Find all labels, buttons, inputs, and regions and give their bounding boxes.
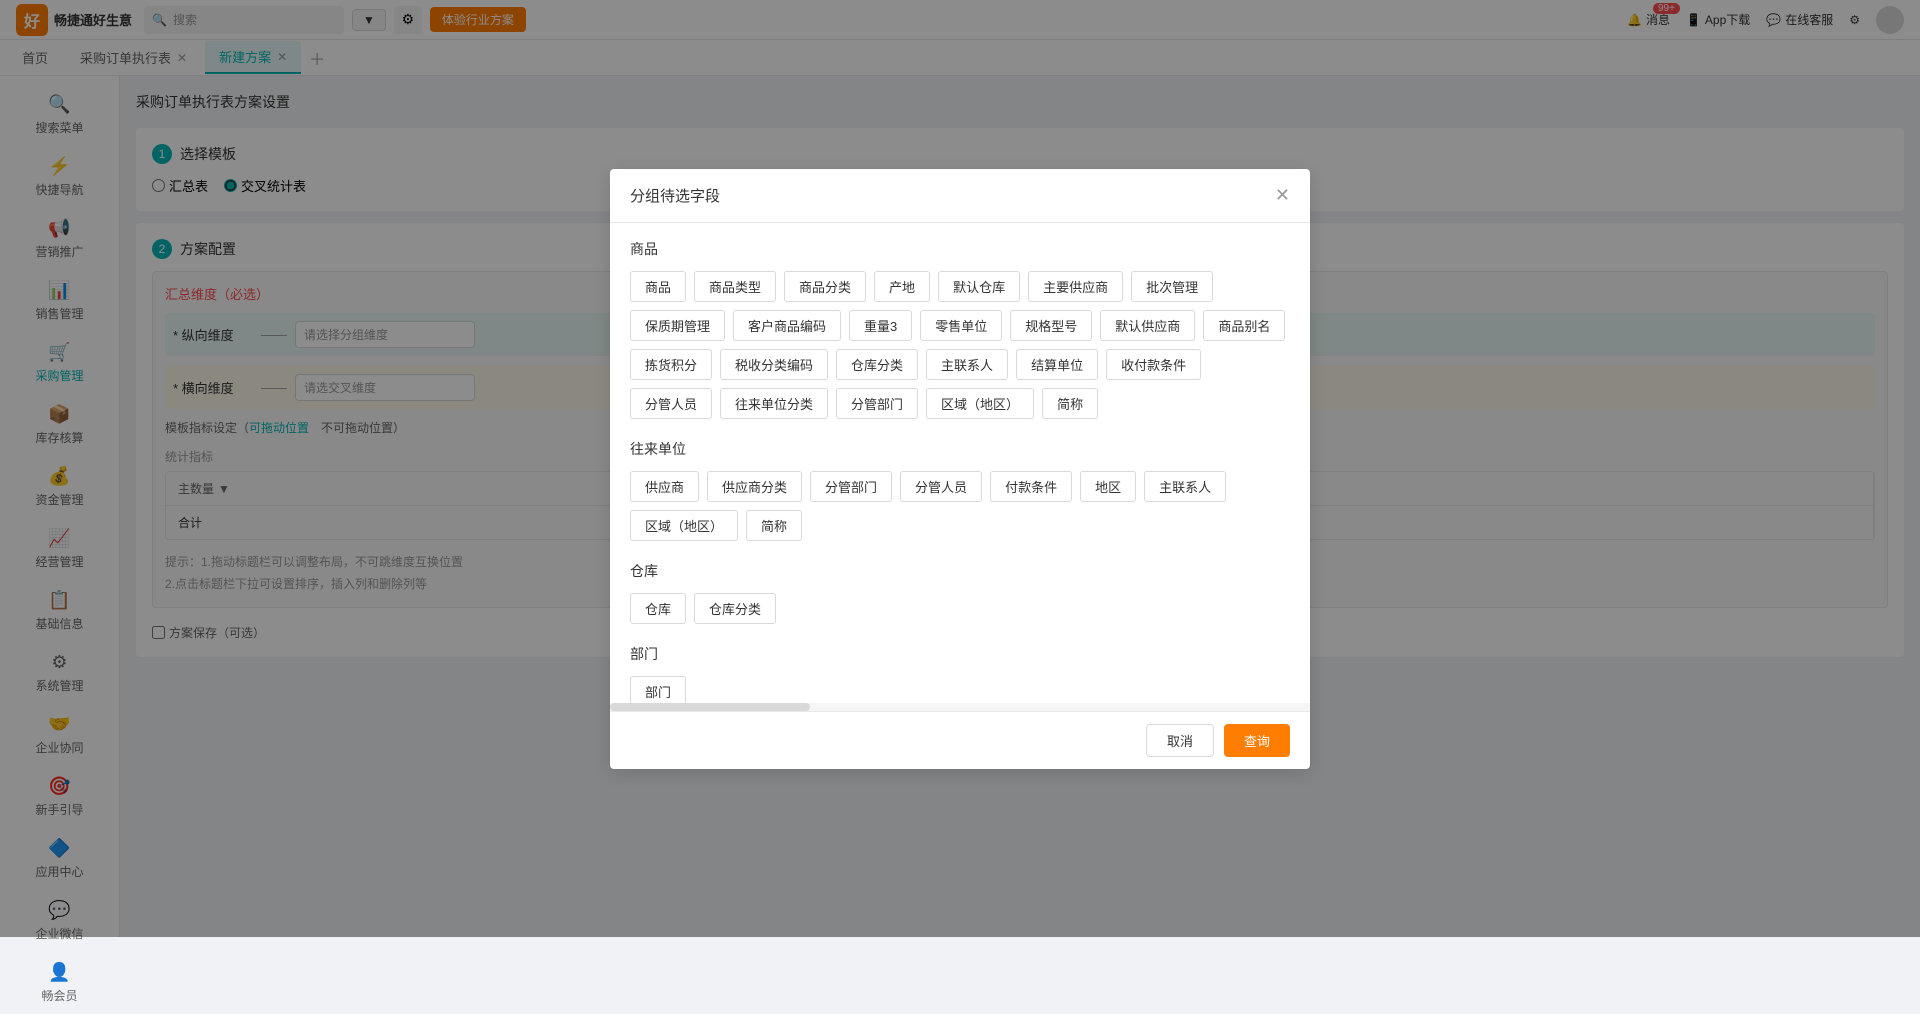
field-item[interactable]: 简称	[1042, 388, 1098, 419]
field-item[interactable]: 收付款条件	[1106, 349, 1201, 380]
field-item[interactable]: 部门	[630, 676, 686, 705]
field-item[interactable]: 区域（地区）	[630, 510, 738, 541]
modal-scrollbar[interactable]	[610, 705, 1310, 711]
field-group-partner-title: 往来单位	[630, 439, 1290, 459]
modal-title: 分组待选字段	[630, 185, 720, 206]
field-group-goods-title: 商品	[630, 239, 1290, 259]
modal-confirm-btn[interactable]: 查询	[1224, 724, 1290, 757]
field-item[interactable]: 主要供应商	[1028, 271, 1123, 302]
sidebar-member-label: 畅会员	[41, 987, 77, 1004]
modal-footer: 取消 查询	[610, 711, 1310, 769]
field-group-partner: 往来单位 供应商 供应商分类 分管部门 分管人员 付款条件 地区 主联系人 区域…	[630, 439, 1290, 541]
field-group-warehouse: 仓库 仓库 仓库分类	[630, 561, 1290, 624]
field-group-department: 部门 部门	[630, 644, 1290, 705]
modal-body[interactable]: 商品 商品 商品类型 商品分类 产地 默认仓库 主要供应商 批次管理 保质期管理…	[610, 223, 1310, 705]
field-item[interactable]: 商品	[630, 271, 686, 302]
field-item[interactable]: 客户商品编码	[733, 310, 841, 341]
field-items-partner: 供应商 供应商分类 分管部门 分管人员 付款条件 地区 主联系人 区域（地区） …	[630, 471, 1290, 541]
sidebar-item-member[interactable]: 👤 畅会员	[0, 952, 119, 1014]
field-item[interactable]: 分管人员	[900, 471, 982, 502]
field-item[interactable]: 分管部门	[810, 471, 892, 502]
field-item[interactable]: 供应商分类	[707, 471, 802, 502]
field-item[interactable]: 零售单位	[920, 310, 1002, 341]
modal-overlay: 分组待选字段 ✕ 商品 商品 商品类型 商品分类 产地 默认仓库 主要供应商 批…	[0, 0, 1920, 937]
field-item[interactable]: 批次管理	[1131, 271, 1213, 302]
field-item[interactable]: 主联系人	[926, 349, 1008, 380]
field-item[interactable]: 往来单位分类	[720, 388, 828, 419]
scrollbar-track	[610, 703, 1310, 711]
field-item[interactable]: 付款条件	[990, 471, 1072, 502]
field-item[interactable]: 商品别名	[1203, 310, 1285, 341]
modal-cancel-btn[interactable]: 取消	[1146, 724, 1214, 757]
field-group-department-title: 部门	[630, 644, 1290, 664]
field-item[interactable]: 分管部门	[836, 388, 918, 419]
field-item[interactable]: 简称	[746, 510, 802, 541]
field-item[interactable]: 商品类型	[694, 271, 776, 302]
field-group-warehouse-title: 仓库	[630, 561, 1290, 581]
field-group-goods: 商品 商品 商品类型 商品分类 产地 默认仓库 主要供应商 批次管理 保质期管理…	[630, 239, 1290, 419]
field-item[interactable]: 商品分类	[784, 271, 866, 302]
field-item[interactable]: 重量3	[849, 310, 912, 341]
field-item[interactable]: 仓库	[630, 593, 686, 624]
field-item[interactable]: 默认供应商	[1100, 310, 1195, 341]
modal: 分组待选字段 ✕ 商品 商品 商品类型 商品分类 产地 默认仓库 主要供应商 批…	[610, 169, 1310, 769]
modal-close-btn[interactable]: ✕	[1275, 185, 1290, 206]
field-items-goods: 商品 商品类型 商品分类 产地 默认仓库 主要供应商 批次管理 保质期管理 客户…	[630, 271, 1290, 419]
field-item[interactable]: 仓库分类	[694, 593, 776, 624]
modal-header: 分组待选字段 ✕	[610, 169, 1310, 223]
field-item[interactable]: 拣货积分	[630, 349, 712, 380]
field-items-department: 部门	[630, 676, 1290, 705]
field-item[interactable]: 区域（地区）	[926, 388, 1034, 419]
field-items-warehouse: 仓库 仓库分类	[630, 593, 1290, 624]
field-item[interactable]: 分管人员	[630, 388, 712, 419]
field-item[interactable]: 默认仓库	[938, 271, 1020, 302]
field-item[interactable]: 保质期管理	[630, 310, 725, 341]
field-item[interactable]: 供应商	[630, 471, 699, 502]
member-icon: 👤	[48, 962, 70, 983]
field-item[interactable]: 结算单位	[1016, 349, 1098, 380]
field-item[interactable]: 产地	[874, 271, 930, 302]
field-item[interactable]: 规格型号	[1010, 310, 1092, 341]
field-item[interactable]: 地区	[1080, 471, 1136, 502]
field-item[interactable]: 仓库分类	[836, 349, 918, 380]
field-item[interactable]: 主联系人	[1144, 471, 1226, 502]
scrollbar-thumb[interactable]	[610, 703, 810, 711]
field-item[interactable]: 税收分类编码	[720, 349, 828, 380]
